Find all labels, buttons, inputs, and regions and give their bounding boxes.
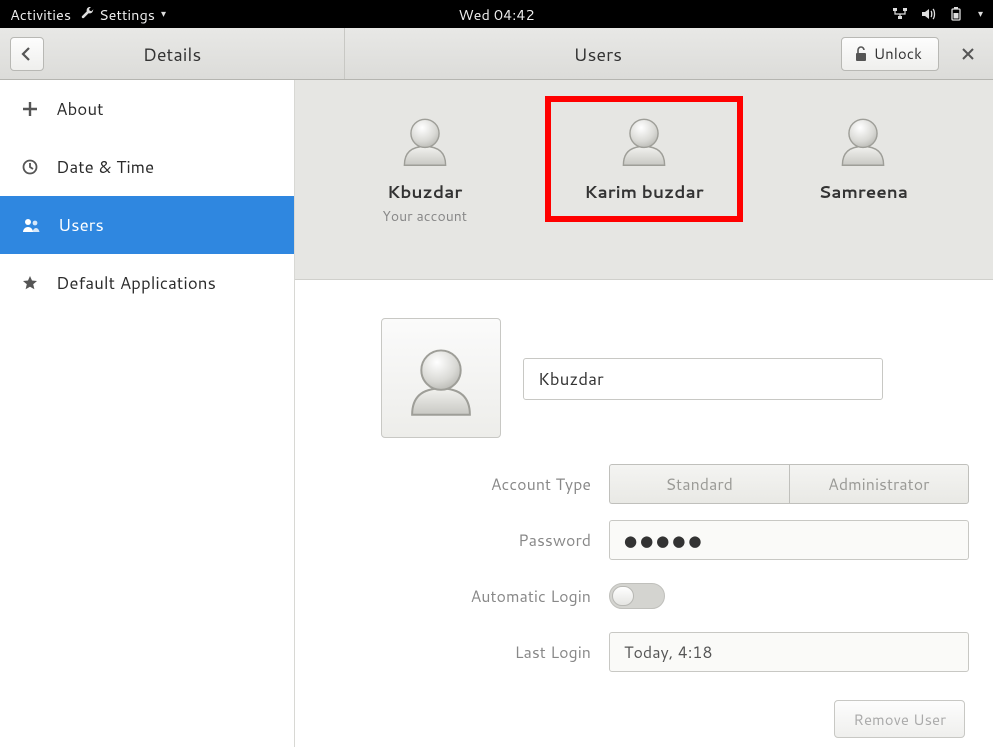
gnome-topbar: Activities Settings ▾ Wed 04:42 ▾: [0, 0, 993, 28]
user-card-samreena[interactable]: Samreena: [768, 100, 958, 218]
battery-icon[interactable]: [948, 6, 964, 22]
sidebar-item-default-apps[interactable]: Default Applications: [0, 254, 294, 312]
chevron-down-icon: ▾: [161, 7, 166, 21]
header-details-title: Details: [44, 41, 300, 67]
settings-menu[interactable]: Settings ▾: [81, 4, 166, 25]
account-type-admin[interactable]: Administrator: [789, 464, 970, 504]
auto-login-label: Automatic Login: [319, 585, 609, 608]
full-name-input[interactable]: [523, 358, 883, 400]
user-name: Karim buzdar: [584, 180, 703, 204]
account-type-label: Account Type: [319, 473, 609, 496]
settings-header: Details Users Unlock: [0, 28, 993, 80]
password-button[interactable]: ●●●●●: [609, 520, 969, 560]
wrench-icon: [81, 7, 95, 21]
sidebar: About Date & Time Users Default Applicat…: [0, 80, 295, 747]
plus-icon: [22, 101, 38, 117]
user-name: Kbuzdar: [387, 180, 462, 204]
user-sublabel: Your account: [382, 206, 467, 226]
last-login-label: Last Login: [319, 641, 609, 664]
avatar-icon: [833, 108, 893, 170]
volume-icon[interactable]: [920, 6, 936, 22]
account-type-standard[interactable]: Standard: [609, 464, 789, 504]
auto-login-switch[interactable]: [609, 583, 665, 609]
user-name: Samreena: [819, 180, 908, 204]
user-form: Account Type Standard Administrator Pass…: [295, 280, 993, 747]
avatar-button[interactable]: [381, 318, 501, 438]
activities-button[interactable]: Activities: [10, 4, 71, 25]
password-label: Password: [319, 529, 609, 552]
sidebar-item-datetime[interactable]: Date & Time: [0, 138, 294, 196]
selected-pointer-icon: [381, 304, 407, 318]
sidebar-item-label: Users: [58, 213, 104, 237]
users-list: Kbuzdar Your account Karim buzdar Samree…: [295, 80, 993, 280]
sidebar-item-users[interactable]: Users: [0, 196, 294, 254]
star-icon: [22, 275, 38, 291]
user-card-kbuzdar[interactable]: Kbuzdar Your account: [330, 100, 520, 238]
network-icon[interactable]: [892, 6, 908, 22]
system-menu-chevron-icon[interactable]: ▾: [978, 7, 983, 21]
close-button[interactable]: [953, 39, 983, 69]
content-area: Kbuzdar Your account Karim buzdar Samree…: [295, 80, 993, 747]
sidebar-item-label: Default Applications: [56, 271, 216, 295]
sidebar-item-label: About: [56, 97, 104, 121]
unlock-button[interactable]: Unlock: [841, 37, 939, 71]
users-icon: [22, 217, 40, 233]
header-users-title: Users: [355, 41, 841, 67]
chevron-left-icon: [21, 47, 33, 61]
sidebar-item-label: Date & Time: [56, 155, 154, 179]
unlock-label: Unlock: [874, 43, 922, 64]
close-icon: [962, 48, 974, 60]
avatar-icon: [614, 108, 674, 170]
sidebar-item-about[interactable]: About: [0, 80, 294, 138]
lock-open-icon: [854, 46, 868, 62]
account-type-toggle[interactable]: Standard Administrator: [609, 464, 969, 504]
last-login-button[interactable]: Today, 4:18: [609, 632, 969, 672]
avatar-icon: [395, 108, 455, 170]
user-card-karim[interactable]: Karim buzdar: [549, 100, 739, 218]
settings-menu-label: Settings: [99, 4, 155, 25]
avatar-icon: [399, 336, 483, 420]
back-button[interactable]: [10, 37, 44, 71]
remove-user-button[interactable]: Remove User: [834, 700, 965, 738]
clock-icon: [22, 159, 38, 175]
